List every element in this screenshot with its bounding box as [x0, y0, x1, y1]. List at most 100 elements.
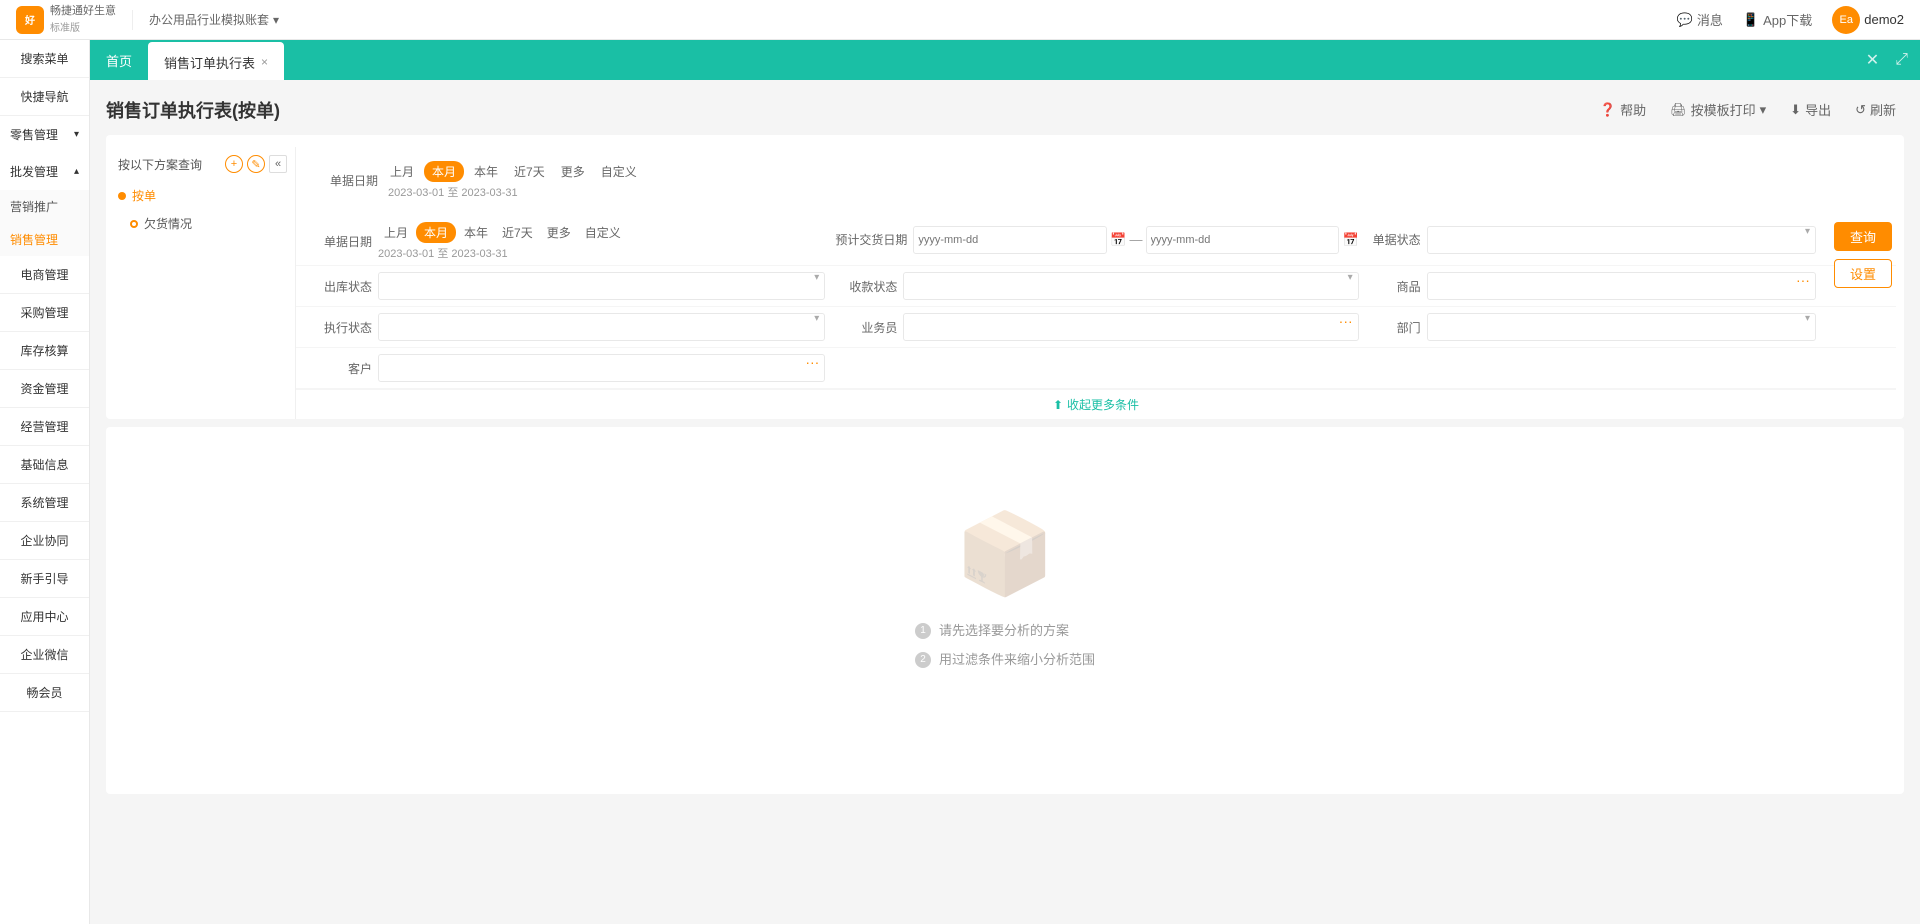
dtab-custom[interactable]: 自定义 [579, 222, 627, 243]
sidebar: 搜索菜单 快捷导航 零售管理 ▾ 批发管理 ▴ 营销推广 销售管理 电商管理 采… [0, 40, 90, 924]
wholesale-label: 批发管理 [10, 163, 58, 180]
expected-date-end[interactable] [1146, 226, 1340, 254]
set-btn[interactable]: 设置 [1834, 259, 1892, 288]
sidebar-item-wholesale[interactable]: 批发管理 ▴ [0, 153, 89, 190]
scheme-item-orders[interactable]: 按单 [106, 181, 295, 210]
date-tab-thismonth[interactable]: 本月 [424, 161, 464, 182]
scheme-panel-title: 按以下方案查询 [118, 156, 225, 173]
out-stock-control: ▾ [378, 272, 825, 300]
tab-home[interactable]: 首页 [90, 40, 148, 80]
sidebar-sub-sales[interactable]: 销售管理 [0, 223, 89, 256]
hint-text-2: 用过滤条件来缩小分析范围 [939, 646, 1095, 675]
filter-panel: 按以下方案查询 + ✎ « 按单 [106, 135, 1904, 419]
sidebar-item-apps[interactable]: 应用中心 [0, 598, 89, 636]
collapse-btn[interactable]: ⬆ 收起更多条件 [1053, 396, 1139, 413]
industry-label: 办公用品行业模拟账套 [149, 11, 269, 28]
date-tab-custom[interactable]: 自定义 [595, 161, 643, 182]
expected-date-start[interactable] [913, 226, 1107, 254]
help-icon: ❓ [1600, 102, 1616, 118]
sidebar-item-ecommerce[interactable]: 电商管理 [0, 256, 89, 294]
receipt-status-cell: 收款状态 ▾ [829, 266, 1362, 306]
cal-icon-start[interactable]: 📅 [1110, 232, 1126, 248]
sidebar-sub-marketing[interactable]: 营销推广 [0, 190, 89, 223]
salesman-input[interactable] [903, 313, 1358, 341]
salesman-cell: 业务员 ··· [829, 307, 1362, 347]
message-action[interactable]: 💬 消息 [1677, 10, 1723, 29]
date-tab-7days[interactable]: 近7天 [508, 161, 551, 182]
query-btn[interactable]: 查询 [1834, 222, 1892, 251]
salesman-ellipsis-icon[interactable]: ··· [1339, 313, 1353, 329]
dtab-thismonth[interactable]: 本月 [416, 222, 456, 243]
sidebar-item-base[interactable]: 基础信息 [0, 446, 89, 484]
date-tabs: 上月 本月 本年 近7天 更多 自定义 [384, 161, 1888, 182]
help-btn[interactable]: ❓ 帮助 [1592, 96, 1654, 123]
add-scheme-btn[interactable]: + [225, 155, 243, 173]
sidebar-item-purchase[interactable]: 采购管理 [0, 294, 89, 332]
salesman-label: 业务员 [833, 319, 903, 336]
print-btn[interactable]: 🖨 按模板打印 ▾ [1662, 96, 1774, 123]
page-title: 销售订单执行表(按单) [106, 97, 280, 123]
export-btn[interactable]: ⬇ 导出 [1782, 96, 1839, 123]
sidebar-item-inventory[interactable]: 库存核算 [0, 332, 89, 370]
sidebar-item-search[interactable]: 搜索菜单 [0, 40, 89, 78]
sidebar-item-guide[interactable]: 新手引导 [0, 560, 89, 598]
dtab-lastmonth[interactable]: 上月 [378, 222, 414, 243]
filter-row-1: 单据日期 上月 本月 本年 近7天 更多 自定义 [296, 214, 1896, 266]
empty-cell-1 [829, 348, 1362, 388]
exec-status-select[interactable] [378, 313, 825, 341]
right-filter-grid: 单据日期 上月 本月 本年 近7天 更多 自定义 [296, 147, 1904, 214]
dtab-7days[interactable]: 近7天 [496, 222, 539, 243]
scheme-sub-backorder[interactable]: 欠货情况 [106, 210, 295, 237]
date-tab-more[interactable]: 更多 [555, 161, 591, 182]
single-status-select[interactable] [1427, 226, 1816, 254]
date-tab-thisyear[interactable]: 本年 [468, 161, 504, 182]
app-download-action[interactable]: 📱 App下载 [1743, 10, 1812, 29]
user-area[interactable]: Ea demo2 [1832, 6, 1904, 34]
tab-close-window-icon[interactable]: ✕ [1862, 46, 1883, 74]
sidebar-item-member[interactable]: 畅会员 [0, 674, 89, 712]
expected-date-label: 预计交货日期 [833, 231, 913, 248]
tab-expand-icon[interactable]: ⤢ [1891, 47, 1912, 73]
left-panel-header: 按以下方案查询 + ✎ « [106, 147, 295, 181]
empty-hint-2: 2 用过滤条件来缩小分析范围 [915, 646, 1095, 675]
customer-input[interactable] [378, 354, 825, 382]
collapse-scheme-btn[interactable]: « [269, 155, 287, 173]
cal-icon-end[interactable]: 📅 [1342, 232, 1358, 248]
sidebar-item-operations[interactable]: 经营管理 [0, 408, 89, 446]
sidebar-item-retail[interactable]: 零售管理 ▾ [0, 116, 89, 153]
customer-cell: 客户 ··· [296, 348, 829, 388]
logo-sub: 标准版 [50, 19, 116, 34]
sidebar-item-enterprise[interactable]: 企业协同 [0, 522, 89, 560]
app-download-icon: 📱 [1743, 12, 1759, 28]
tab-controls: ✕ ⤢ [1862, 46, 1920, 74]
dept-select[interactable] [1427, 313, 1816, 341]
sidebar-item-quick-nav[interactable]: 快捷导航 [0, 78, 89, 116]
sidebar-item-wechat[interactable]: 企业微信 [0, 636, 89, 674]
sidebar-group-wholesale: 批发管理 ▴ 营销推广 销售管理 [0, 153, 89, 256]
top-bar-left: 好 畅捷通好生意 标准版 办公用品行业模拟账套 ▾ [16, 5, 279, 33]
tab-close-icon[interactable]: × [261, 55, 268, 69]
export-label: 导出 [1805, 100, 1831, 119]
export-icon: ⬇ [1790, 102, 1801, 118]
dept-label: 部门 [1367, 319, 1427, 336]
avatar: Ea [1832, 6, 1860, 34]
out-stock-select[interactable] [378, 272, 825, 300]
refresh-btn[interactable]: ↺ 刷新 [1847, 96, 1904, 123]
tab-active[interactable]: 销售订单执行表 × [148, 42, 284, 82]
edit-scheme-btn[interactable]: ✎ [247, 155, 265, 173]
date-tab-lastmonth[interactable]: 上月 [384, 161, 420, 182]
dtab-thisyear[interactable]: 本年 [458, 222, 494, 243]
sidebar-item-finance[interactable]: 资金管理 [0, 370, 89, 408]
customer-ellipsis-icon[interactable]: ··· [805, 354, 819, 370]
top-bar-right: 💬 消息 📱 App下载 Ea demo2 [1677, 6, 1904, 34]
single-status-cell: 单据状态 ▾ 查询 [1363, 218, 1896, 262]
print-dropdown-icon: ▾ [1760, 102, 1767, 118]
receipt-status-select[interactable] [903, 272, 1358, 300]
industry-selector[interactable]: 办公用品行业模拟账套 ▾ [149, 11, 279, 28]
dtab-more[interactable]: 更多 [541, 222, 577, 243]
sidebar-item-system[interactable]: 系统管理 [0, 484, 89, 522]
wholesale-arrow-icon: ▴ [74, 166, 79, 177]
product-input[interactable] [1427, 272, 1816, 300]
product-ellipsis-icon[interactable]: ··· [1796, 272, 1810, 288]
query-set-btns: 查询 设置 [1834, 222, 1892, 288]
